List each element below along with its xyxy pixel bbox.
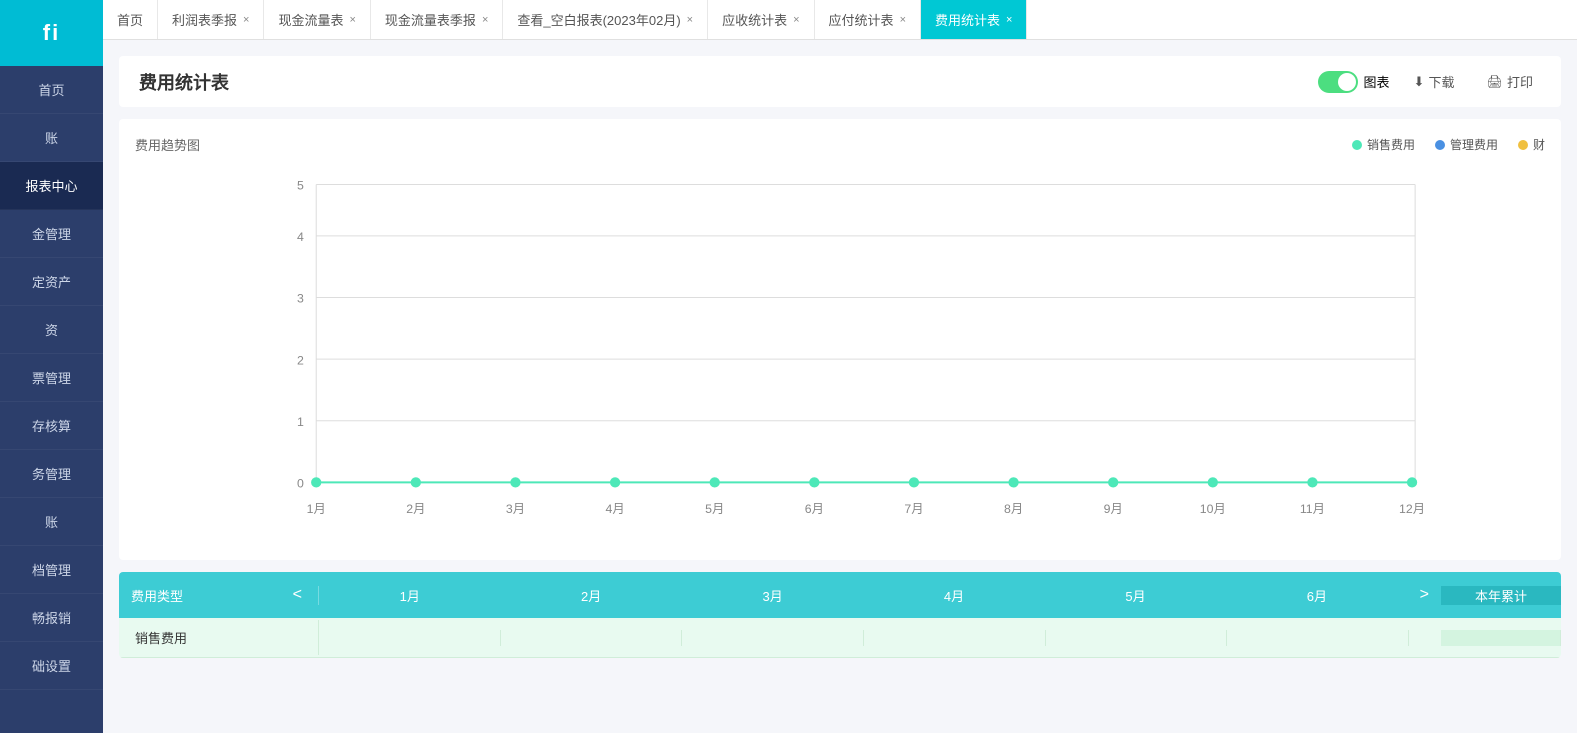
close-tab-profit-quarterly[interactable]: × [243,14,249,26]
tab-expense-stats[interactable]: 费用统计表 × [921,0,1027,40]
svg-text:8月: 8月 [1004,502,1023,516]
svg-text:2月: 2月 [406,502,425,516]
th-month-3: 3月 [682,586,863,605]
tab-cashflow[interactable]: 现金流量表 × [264,0,370,40]
legend-label-finance: 财 [1533,136,1545,153]
svg-text:1月: 1月 [307,502,326,516]
tab-cashflow-quarterly[interactable]: 现金流量表季报 × [371,0,503,40]
legend-finance: 财 [1518,136,1545,153]
page-title: 费用统计表 [139,69,229,95]
td-val-1 [319,630,501,646]
sidebar-item-ledger[interactable]: 账 [0,498,103,546]
sidebar-item-fixed-assets[interactable]: 定资产 [0,258,103,306]
th-type: 费用类型 < [119,586,319,605]
svg-text:5: 5 [297,179,304,193]
sidebar-item-invoice[interactable]: 票管理 [0,354,103,402]
sidebar-item-account[interactable]: 账 [0,114,103,162]
chart-section: 费用趋势图 销售费用 管理费用 财 [119,119,1561,560]
sidebar-item-home[interactable]: 首页 [0,66,103,114]
chart-toggle-wrap: 图表 [1318,71,1390,93]
table-row: 销售费用 [119,618,1561,658]
close-tab-cashflow[interactable]: × [349,14,355,26]
svg-text:4月: 4月 [605,502,624,516]
sidebar-item-settings[interactable]: 础设置 [0,642,103,690]
sidebar-item-inventory[interactable]: 存核算 [0,402,103,450]
close-tab-cashflow-quarterly[interactable]: × [482,14,488,26]
header-actions: 图表 ⬇ 下载 🖨 打印 [1318,68,1541,95]
legend-dot-finance [1518,140,1528,150]
th-month-6: 6月 [1226,586,1407,605]
download-icon: ⬇ [1414,74,1425,90]
table-header-row: 费用类型 < 1月 2月 3月 4月 5月 6月 > 本年累计 [119,572,1561,618]
legend-admin: 管理费用 [1435,136,1498,153]
chart-title: 费用趋势图 [135,135,200,154]
svg-text:0: 0 [297,477,304,491]
chart-toggle[interactable] [1318,71,1358,93]
sidebar-item-service[interactable]: 务管理 [0,450,103,498]
td-total [1441,630,1561,646]
sidebar-item-report-center[interactable]: 报表中心 [0,162,103,210]
td-type: 销售费用 [119,620,319,655]
tab-receivable[interactable]: 应收统计表 × [708,0,814,40]
svg-text:1: 1 [297,415,304,429]
prev-month-button[interactable]: < [289,586,306,604]
sidebar-item-expense[interactable]: 畅报销 [0,594,103,642]
content-area: 费用统计表 图表 ⬇ 下载 🖨 打印 费用趋势图 [103,40,1577,733]
svg-text:12月: 12月 [1399,502,1425,516]
close-tab-blank-report[interactable]: × [687,14,693,26]
page-header: 费用统计表 图表 ⬇ 下载 🖨 打印 [119,56,1561,107]
td-val-5 [1046,630,1228,646]
tab-payable[interactable]: 应付统计表 × [815,0,921,40]
td-val-6 [1227,630,1409,646]
chart-svg: 0 1 2 3 4 5 [135,164,1545,544]
download-button[interactable]: ⬇ 下载 [1406,68,1463,95]
print-button[interactable]: 🖨 打印 [1478,68,1541,95]
tab-profit-quarterly[interactable]: 利润表季报 × [158,0,264,40]
svg-text:4: 4 [297,230,304,244]
svg-text:9月: 9月 [1104,502,1123,516]
tab-blank-report[interactable]: 查看_空白报表(2023年02月) × [503,0,708,40]
toggle-label: 图表 [1364,72,1390,91]
svg-text:3: 3 [297,292,304,306]
td-val-2 [501,630,683,646]
print-icon: 🖨 [1486,74,1503,90]
next-month-button[interactable]: > [1416,586,1433,604]
table-section: 费用类型 < 1月 2月 3月 4月 5月 6月 > 本年累计 销售费用 [119,572,1561,658]
legend-dot-admin [1435,140,1445,150]
legend-dot-sales [1352,140,1362,150]
close-tab-expense-stats[interactable]: × [1006,14,1012,26]
legend-sales: 销售费用 [1352,136,1415,153]
th-month-1: 1月 [319,586,500,605]
close-tab-payable[interactable]: × [900,14,906,26]
chart-header: 费用趋势图 销售费用 管理费用 财 [135,135,1545,154]
close-tab-receivable[interactable]: × [793,14,799,26]
main-area: 首页 利润表季报 × 现金流量表 × 现金流量表季报 × 查看_空白报表(202… [103,0,1577,733]
td-val-3 [682,630,864,646]
sidebar-logo: fi [0,0,103,66]
th-month-5: 5月 [1045,586,1226,605]
legend-label-sales: 销售费用 [1367,136,1415,153]
svg-text:2: 2 [297,353,304,367]
td-val-4 [864,630,1046,646]
svg-text:7月: 7月 [904,502,923,516]
svg-text:11月: 11月 [1300,502,1325,516]
th-month-4: 4月 [863,586,1044,605]
th-total: 本年累计 [1441,586,1561,605]
legend-label-admin: 管理费用 [1450,136,1498,153]
svg-text:3月: 3月 [506,502,525,516]
th-month-2: 2月 [500,586,681,605]
sidebar-item-capital[interactable]: 资 [0,306,103,354]
chart-legend: 销售费用 管理费用 财 [1352,136,1545,153]
sidebar-item-archive[interactable]: 档管理 [0,546,103,594]
svg-text:5月: 5月 [705,502,724,516]
svg-text:6月: 6月 [805,502,824,516]
chart-container: 0 1 2 3 4 5 [135,164,1545,544]
tab-bar: 首页 利润表季报 × 现金流量表 × 现金流量表季报 × 查看_空白报表(202… [103,0,1577,40]
sidebar-item-finance[interactable]: 金管理 [0,210,103,258]
svg-text:10月: 10月 [1200,502,1226,516]
tab-home[interactable]: 首页 [103,0,158,40]
sidebar: fi 首页 账 报表中心 金管理 定资产 资 票管理 存核算 务管理 账 档管理… [0,0,103,733]
